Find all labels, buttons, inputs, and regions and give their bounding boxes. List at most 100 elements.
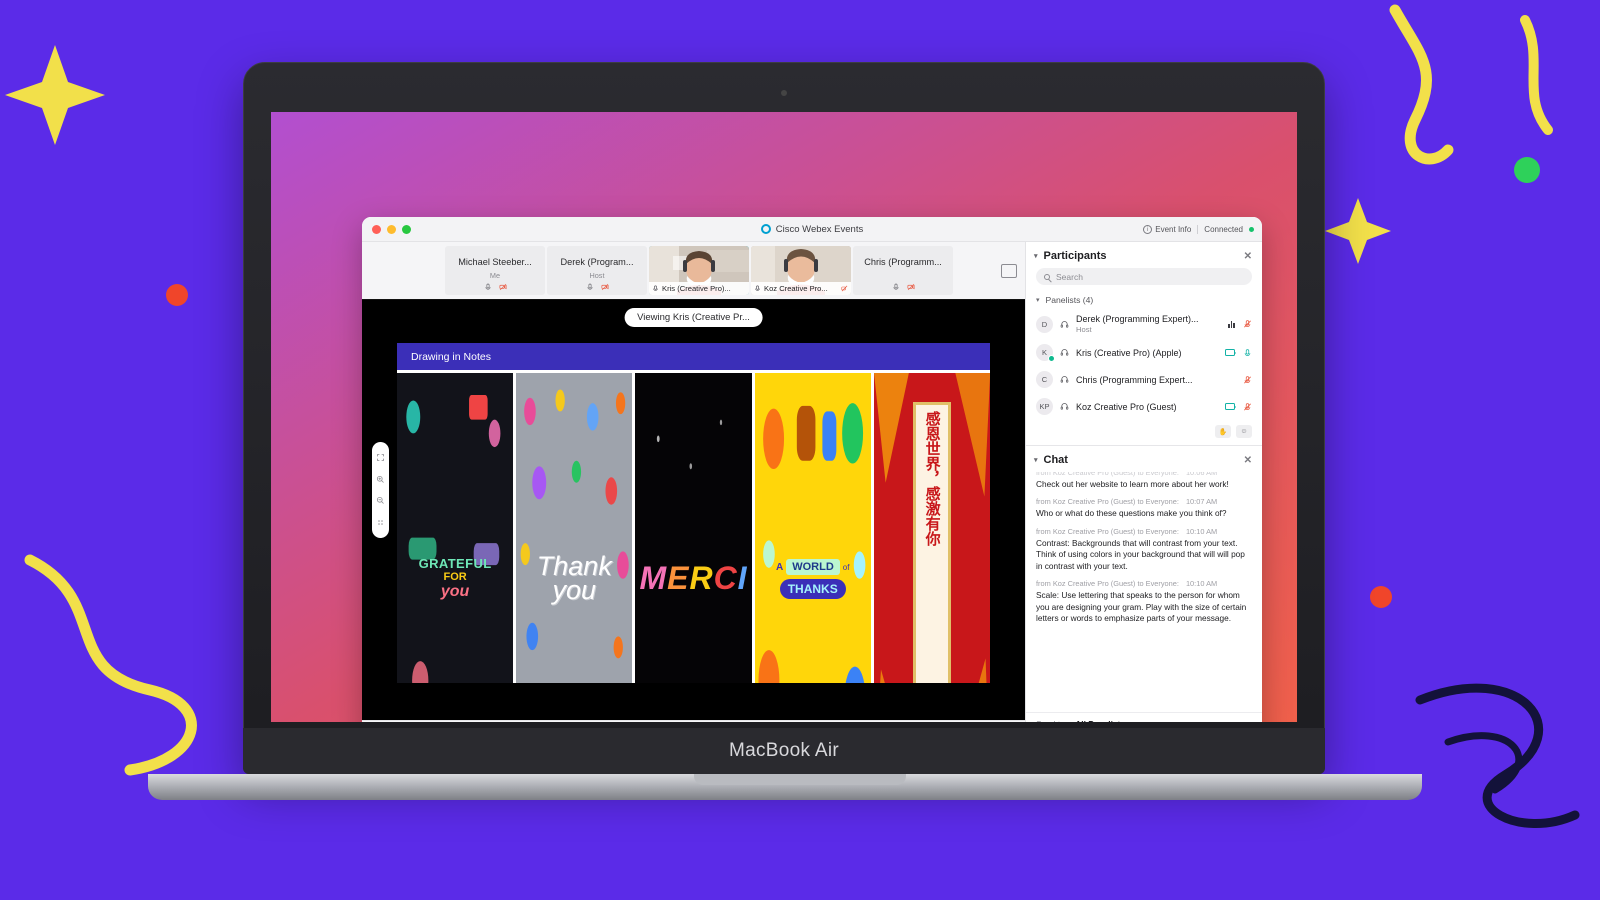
thumbnail-icons [547,283,647,291]
chat-message-from: from Koz Creative Pro (Guest) to Everyon… [1036,497,1179,507]
chat-message-meta: from Koz Creative Pro (Guest) to Everyon… [1036,497,1252,506]
artwork-text: you [440,583,470,601]
artwork-text: FOR [443,571,467,584]
thumbnail-name: Chris (Programm... [864,257,942,267]
participant-row-derek[interactable]: D Derek (Programming Expert)... Host [1026,309,1262,339]
participants-panel-header: ▾ Participants ✕ [1026,242,1262,268]
participants-panel-title: Participants [1043,250,1107,262]
mic-off-icon [1244,320,1251,328]
thumbnail-label: Kris (Creative Pro)... [649,282,749,295]
laptop-brand-label: MacBook Air [729,740,839,761]
connection-status: Connected [1204,224,1243,234]
chat-message-meta: from Koz Creative Pro (Guest) to Everyon… [1036,472,1252,477]
layout-grid-icon[interactable] [1001,263,1017,278]
thumbnail-name: Kris (Creative Pro)... [662,284,731,293]
window-title-text: Cisco Webex Events [775,223,864,235]
mic-icon [485,283,490,290]
chat-message-from: from Koz Creative Pro (Guest) to Everyon… [1036,526,1179,536]
avatar-initials: K [1041,348,1047,357]
stage-zoom-toolbar[interactable] [372,442,389,538]
chat-message-from: from Koz Creative Pro (Guest) to Everyon… [1036,472,1179,477]
connection-status-dot [1249,226,1254,232]
artwork-text: of [842,562,850,572]
mic-off-icon [1244,402,1251,410]
chat-message-list[interactable]: from Koz Creative Pro (Guest) to Everyon… [1026,472,1262,712]
laptop-camera [781,90,787,96]
window-titlebar: Cisco Webex Events i Event Info Connecte… [362,217,1262,242]
chat-message-time: 10:06 AM [1185,472,1218,477]
titlebar-right-group: i Event Info Connected [1143,224,1254,234]
event-info-button[interactable]: i Event Info [1143,224,1191,234]
webex-window: Cisco Webex Events i Event Info Connecte… [362,217,1262,722]
headset-icon [1060,376,1069,383]
zoom-in-icon[interactable] [376,475,385,484]
side-panel: ▾ Participants ✕ Search ▾ Panelists (4) [1025,242,1262,722]
participants-search-input[interactable]: Search [1036,268,1252,285]
participants-search-wrap: Search [1026,268,1262,292]
participant-name: Derek (Programming Expert)... [1076,314,1199,324]
mic-icon [653,285,658,291]
thumbnail-kris-active-speaker[interactable]: Kris (Creative Pro)... [649,246,749,295]
avatar: C [1036,371,1053,388]
artwork-text: 感恩世界， 感激有你 [913,401,951,683]
video-off-icon [841,285,848,292]
participant-row-chris[interactable]: C Chris (Programming Expert... [1026,366,1262,393]
mic-on-icon [1244,348,1251,356]
chat-message: from Koz Creative Pro (Guest) to Everyon… [1036,579,1252,624]
artwork-thank-you-confetti[interactable]: Thank you [516,373,633,683]
thumbnail-chris[interactable]: Chris (Programm... [853,246,953,295]
fit-to-screen-icon[interactable] [376,453,385,462]
video-on-icon [1225,349,1236,356]
participants-panel-actions: ✋ ☺ [1026,420,1262,445]
avatar-initials: C [1041,375,1048,384]
chat-message-text: Scale: Use lettering that speaks to the … [1036,590,1247,624]
raise-hand-icon[interactable]: ✋ [1215,425,1231,438]
presence-indicator [1048,355,1055,362]
info-icon: i [1143,224,1153,234]
video-on-icon [1225,403,1236,410]
artwork-a-world-of-thanks[interactable]: A WORLD of THANKS [754,373,871,683]
participant-row-kris[interactable]: K Kris (Creative Pro) (Apple) [1026,339,1262,366]
artwork-chinese-thanks[interactable]: 感恩世界， 感激有你 [873,373,990,683]
headset-icon [1060,349,1069,356]
headset-icon [1060,403,1069,410]
close-icon[interactable]: ✕ [1244,455,1252,466]
divider [1197,224,1199,234]
artwork-row-1: GRATEFUL FOR you Thank you MERCI A WORLD… [397,373,990,683]
video-off-icon [907,283,914,291]
thumbnail-michael-steeber[interactable]: Michael Steeber... Me [445,246,545,295]
reactions-icon[interactable]: ☺ [1236,425,1252,438]
chat-message-text: Check out her website to learn more abou… [1036,479,1229,489]
artwork-grateful-for-you[interactable]: GRATEFUL FOR you [397,373,514,683]
laptop-chin: MacBook Air [243,728,1325,774]
chevron-down-icon[interactable]: ▾ [1034,456,1038,464]
mic-icon [587,283,592,290]
mic-off-icon [1244,375,1251,383]
close-icon[interactable]: ✕ [1244,251,1252,262]
chevron-down-icon[interactable]: ▾ [1034,252,1038,260]
laptop-mockup: Cisco Webex Events i Event Info Connecte… [243,62,1325,774]
window-title: Cisco Webex Events [362,224,1262,235]
panelists-group-header[interactable]: ▾ Panelists (4) [1026,292,1262,309]
artwork-text: THANKS [779,579,846,600]
participant-row-icons [1225,348,1252,358]
participant-filmstrip: Michael Steeber... Me Derek (Program... … [362,242,1025,300]
chat-panel: ▾ Chat ✕ from Koz Creative Pro (Guest) t… [1026,446,1262,722]
shared-application: Drawing in Notes GRATEFUL FOR you Thank … [397,343,990,683]
webex-logo-icon [760,224,771,234]
participant-row-koz[interactable]: KP Koz Creative Pro (Guest) [1026,393,1262,420]
artwork-merci[interactable]: MERCI MERCI [635,373,752,683]
chevron-down-icon: ▾ [1036,297,1040,304]
bar-chart-icon [1228,320,1235,328]
drag-handle-icon[interactable] [376,518,385,527]
thumbnail-name: Derek (Program... [560,257,634,267]
thumbnail-koz-creative-pro[interactable]: Koz Creative Pro... [751,246,851,295]
thumbnail-derek[interactable]: Derek (Program... Host [547,246,647,295]
zoom-out-icon[interactable] [376,496,385,505]
chat-message-time: 10:10 AM [1185,579,1218,589]
chevron-down-icon[interactable]: ▾ [1246,720,1250,722]
video-off-icon [499,283,506,291]
participant-row-icons [1243,375,1252,385]
chat-send-to-row[interactable]: Send to: All Panelists ▾ [1026,712,1262,722]
chat-message-text: Who or what do these questions make you … [1036,508,1227,519]
